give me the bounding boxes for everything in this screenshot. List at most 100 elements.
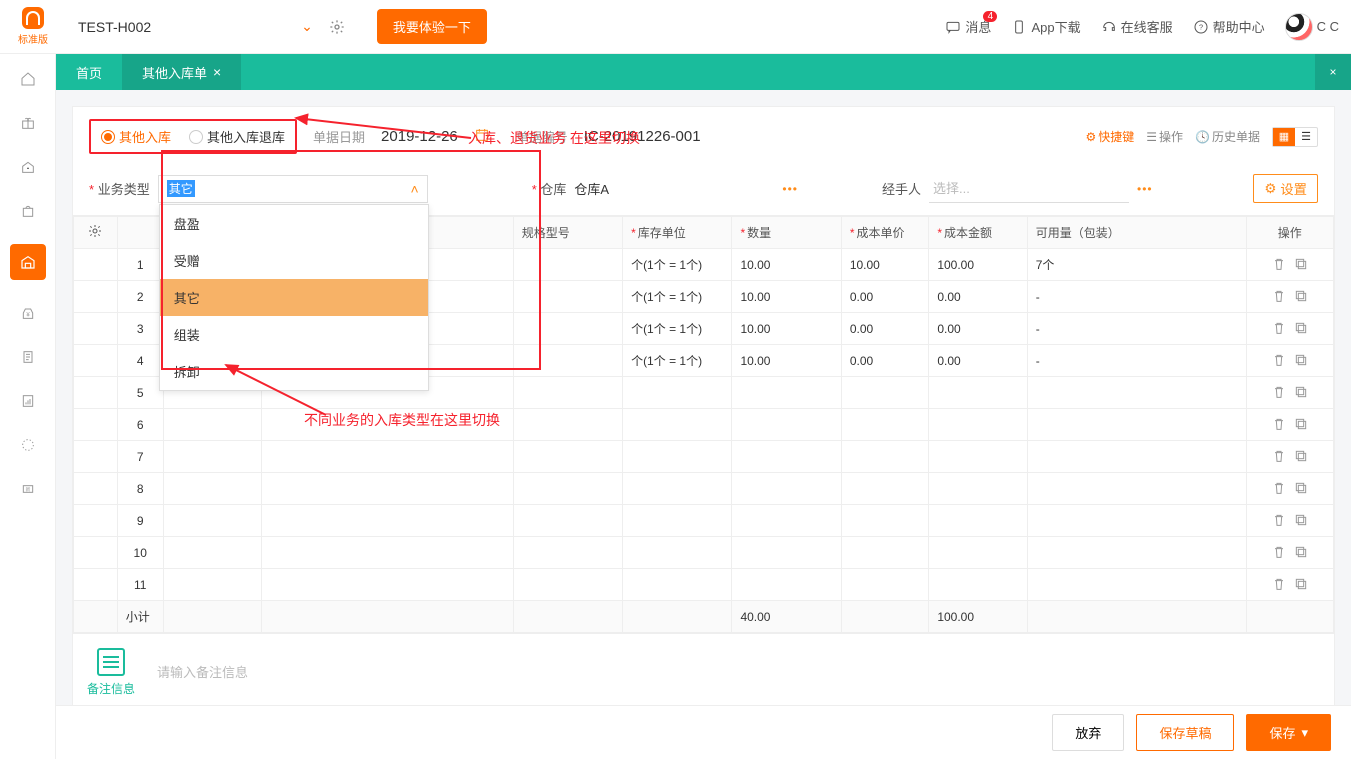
copy-row-button[interactable] — [1292, 383, 1310, 401]
cell-price[interactable] — [841, 409, 929, 441]
cell-qty[interactable] — [732, 409, 841, 441]
cell-amount[interactable]: 100.00 — [929, 249, 1027, 281]
discard-button[interactable]: 放弃 — [1052, 714, 1124, 751]
cell-unit[interactable] — [623, 409, 732, 441]
delete-row-button[interactable] — [1270, 255, 1288, 273]
cell-spec[interactable] — [513, 281, 622, 313]
cell-qty[interactable]: 10.00 — [732, 313, 841, 345]
doc-date-value[interactable]: 2019-12-26 — [381, 128, 458, 145]
cell-amount[interactable]: 0.00 — [929, 345, 1027, 377]
cell-spec[interactable] — [513, 537, 622, 569]
cell-warehouse[interactable] — [163, 569, 261, 601]
cell-qty[interactable] — [732, 505, 841, 537]
cell-qty[interactable]: 10.00 — [732, 345, 841, 377]
cell-product[interactable] — [262, 537, 514, 569]
radio-other-inbound[interactable]: 其他入库 — [101, 127, 171, 146]
cell-price[interactable] — [841, 505, 929, 537]
cell-warehouse[interactable] — [163, 441, 261, 473]
tab-other-inbound[interactable]: 其他入库单 × — [122, 54, 241, 90]
cell-amount[interactable] — [929, 441, 1027, 473]
cell-unit[interactable]: 个(1个 = 1个) — [623, 345, 732, 377]
cell-product[interactable] — [262, 505, 514, 537]
option-shouzeng[interactable]: 受赠 — [160, 242, 428, 279]
settings-button[interactable]: ⚙ 设置 — [1253, 174, 1318, 203]
col-settings[interactable] — [74, 217, 118, 249]
delete-row-button[interactable] — [1270, 543, 1288, 561]
cell-price[interactable]: 10.00 — [841, 249, 929, 281]
nav-house[interactable] — [17, 156, 39, 178]
cell-qty[interactable] — [732, 377, 841, 409]
delete-row-button[interactable] — [1270, 511, 1288, 529]
delete-row-button[interactable] — [1270, 383, 1288, 401]
more-icon[interactable]: ••• — [782, 182, 798, 196]
more-icon[interactable]: ••• — [1137, 182, 1153, 196]
cell-unit[interactable] — [623, 377, 732, 409]
save-button[interactable]: 保存 ▾ — [1246, 714, 1331, 751]
cell-unit[interactable] — [623, 473, 732, 505]
copy-row-button[interactable] — [1292, 287, 1310, 305]
cell-price[interactable]: 0.00 — [841, 345, 929, 377]
cell-qty[interactable] — [732, 569, 841, 601]
nav-money[interactable]: ¥ — [17, 302, 39, 324]
cell-warehouse[interactable] — [163, 473, 261, 505]
nav-gift[interactable] — [17, 112, 39, 134]
copy-row-button[interactable] — [1292, 319, 1310, 337]
nav-bag[interactable] — [17, 200, 39, 222]
cell-price[interactable] — [841, 473, 929, 505]
cell-unit[interactable]: 个(1个 = 1个) — [623, 249, 732, 281]
cell-amount[interactable]: 0.00 — [929, 313, 1027, 345]
calendar-icon[interactable] — [474, 127, 490, 146]
cell-unit[interactable] — [623, 537, 732, 569]
nav-network[interactable] — [17, 434, 39, 456]
delete-row-button[interactable] — [1270, 351, 1288, 369]
cell-spec[interactable] — [513, 313, 622, 345]
messages-button[interactable]: 消息 4 — [945, 17, 991, 36]
delete-row-button[interactable] — [1270, 319, 1288, 337]
copy-row-button[interactable] — [1292, 479, 1310, 497]
cell-spec[interactable] — [513, 345, 622, 377]
delete-row-button[interactable] — [1270, 575, 1288, 593]
cell-amount[interactable]: 0.00 — [929, 281, 1027, 313]
nav-new[interactable]: 新 — [17, 478, 39, 500]
shortcut-button[interactable]: ⚙快捷键 — [1085, 128, 1134, 145]
copy-row-button[interactable] — [1292, 255, 1310, 273]
table-row[interactable]: 7 — [74, 441, 1334, 473]
copy-row-button[interactable] — [1292, 543, 1310, 561]
cell-qty[interactable] — [732, 441, 841, 473]
cell-qty[interactable]: 10.00 — [732, 249, 841, 281]
cell-warehouse[interactable] — [163, 537, 261, 569]
delete-row-button[interactable] — [1270, 447, 1288, 465]
cell-spec[interactable] — [513, 505, 622, 537]
cell-product[interactable] — [262, 441, 514, 473]
cell-unit[interactable] — [623, 505, 732, 537]
close-icon[interactable]: × — [213, 64, 221, 80]
cell-unit[interactable]: 个(1个 = 1个) — [623, 313, 732, 345]
copy-row-button[interactable] — [1292, 511, 1310, 529]
warehouse-value[interactable]: 仓库A — [574, 179, 774, 198]
operate-button[interactable]: ☰操作 — [1146, 128, 1183, 145]
online-service-button[interactable]: 在线客服 — [1101, 17, 1173, 36]
org-settings-button[interactable] — [327, 17, 347, 37]
cell-amount[interactable] — [929, 409, 1027, 441]
view-toggle[interactable]: ▦ ☰ — [1272, 127, 1318, 147]
nav-home[interactable] — [17, 68, 39, 90]
table-row[interactable]: 11 — [74, 569, 1334, 601]
cell-spec[interactable] — [513, 409, 622, 441]
table-row[interactable]: 10 — [74, 537, 1334, 569]
cell-spec[interactable] — [513, 441, 622, 473]
table-row[interactable]: 8 — [74, 473, 1334, 505]
option-qita[interactable]: 其它 — [160, 279, 428, 316]
cell-price[interactable]: 0.00 — [841, 281, 929, 313]
cell-qty[interactable] — [732, 537, 841, 569]
option-chaixie[interactable]: 拆卸 — [160, 353, 428, 390]
copy-row-button[interactable] — [1292, 415, 1310, 433]
nav-report[interactable] — [17, 390, 39, 412]
cell-unit[interactable] — [623, 569, 732, 601]
try-experience-button[interactable]: 我要体验一下 — [377, 9, 487, 44]
cell-amount[interactable] — [929, 377, 1027, 409]
cell-spec[interactable] — [513, 377, 622, 409]
org-selector[interactable]: TEST-H002 ⌄ — [78, 18, 313, 35]
copy-row-button[interactable] — [1292, 575, 1310, 593]
cell-qty[interactable]: 10.00 — [732, 281, 841, 313]
help-center-button[interactable]: ? 帮助中心 — [1193, 17, 1265, 36]
